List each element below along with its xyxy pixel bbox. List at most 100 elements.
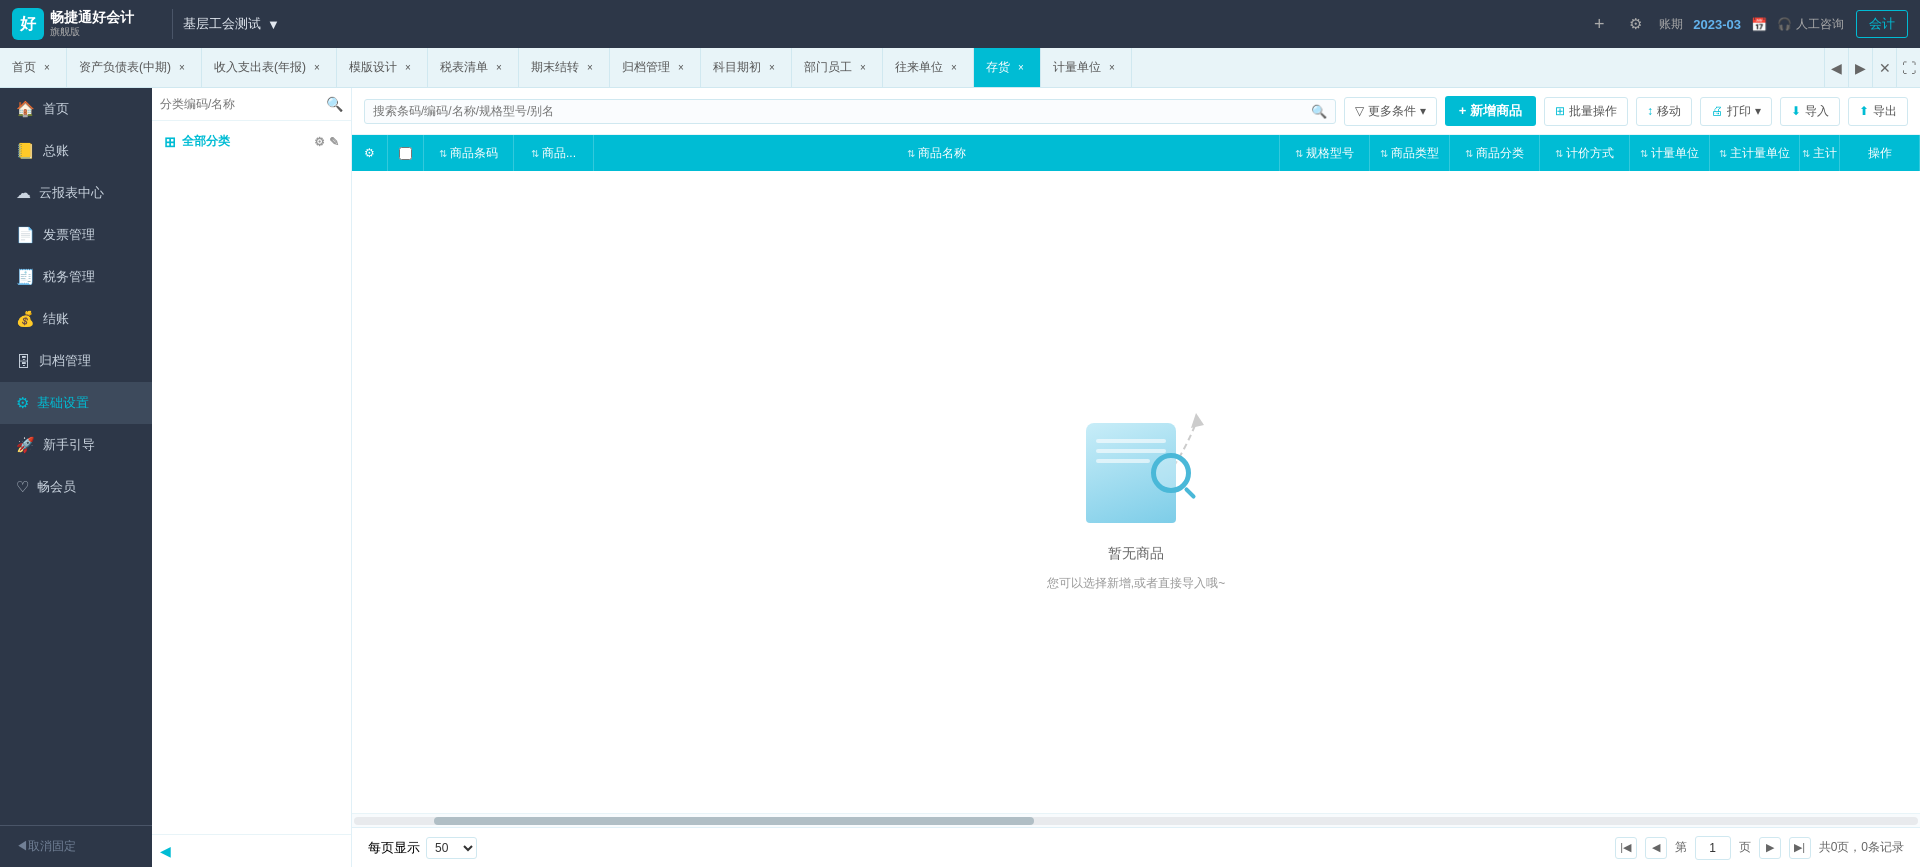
collapse-panel-btn[interactable]: ◀ [152,834,351,867]
sidebar-item-closing[interactable]: 💰 结账 [0,298,152,340]
doc-line1 [1096,439,1166,443]
th-num-label: 主计 [1813,145,1837,162]
scrollbar-track[interactable] [354,817,1918,825]
tab-expand[interactable]: ⛶ [1896,48,1920,88]
category-search-icon[interactable]: 🔍 [326,96,343,112]
page-first-btn[interactable]: |◀ [1615,837,1637,859]
tab-subject-init[interactable]: 科目期初 × [701,48,792,88]
sidebar-item-cloud-report[interactable]: ☁ 云报表中心 [0,172,152,214]
export-button[interactable]: ⬆ 导出 [1848,97,1908,126]
sort-icon-unit: ⇅ [1640,148,1648,159]
tab-measure-unit-close[interactable]: × [1105,61,1119,75]
page-next-btn[interactable]: ▶ [1759,837,1781,859]
sidebar-label-guide: 新手引导 [43,436,95,454]
tab-income-statement[interactable]: 收入支出表(年报) × [202,48,337,88]
sidebar-item-ledger[interactable]: 📒 总账 [0,130,152,172]
tab-period-transfer[interactable]: 期末结转 × [519,48,610,88]
import-button[interactable]: ⬇ 导入 [1780,97,1840,126]
th-name-label: 商品名称 [918,145,966,162]
move-button[interactable]: ↕ 移动 [1636,97,1692,126]
customer-service-btn[interactable]: 🎧 人工咨询 [1777,16,1844,33]
sidebar-item-invoice[interactable]: 📄 发票管理 [0,214,152,256]
tab-archive-label: 归档管理 [622,59,670,76]
category-edit-icon[interactable]: ✎ [329,135,339,149]
sidebar-item-settings[interactable]: ⚙ 基础设置 [0,382,152,424]
batch-operation-button[interactable]: ⊞ 批量操作 [1544,97,1628,126]
page-prev-btn[interactable]: ◀ [1645,837,1667,859]
print-label: 打印 [1727,103,1751,120]
th-spec[interactable]: ⇅ 规格型号 [1280,135,1370,171]
calendar-icon[interactable]: 📅 [1751,17,1767,32]
sidebar-item-guide[interactable]: 🚀 新手引导 [0,424,152,466]
tab-income-statement-close[interactable]: × [310,61,324,75]
tab-contacts-close[interactable]: × [947,61,961,75]
th-settings[interactable]: ⚙ [352,135,388,171]
th-type[interactable]: ⇅ 商品类型 [1370,135,1450,171]
company-dropdown-arrow[interactable]: ▼ [267,17,280,32]
page-number-input[interactable] [1695,836,1731,860]
th-main-unit[interactable]: ⇅ 主计量单位 [1710,135,1800,171]
tab-dept-staff[interactable]: 部门员工 × [792,48,883,88]
tab-nav-left[interactable]: ◀ [1824,48,1848,88]
cancel-fixed-btn[interactable]: ◀取消固定 [0,825,152,867]
tab-inventory-close[interactable]: × [1014,61,1028,75]
add-product-button[interactable]: + 新增商品 [1445,96,1536,126]
search-input[interactable] [373,104,1305,118]
doc-line2 [1096,449,1166,453]
tab-nav-right[interactable]: ▶ [1848,48,1872,88]
category-settings-icon[interactable]: ⚙ [314,135,325,149]
th-num[interactable]: ⇅ 主计 [1800,135,1840,171]
tab-close-all[interactable]: ✕ [1872,48,1896,88]
scrollbar-thumb[interactable] [434,817,1034,825]
tab-tax-list-close[interactable]: × [492,61,506,75]
tab-tax-list[interactable]: 税表清单 × [428,48,519,88]
sidebar-item-member[interactable]: ♡ 畅会员 [0,466,152,508]
sort-icon-num: ⇅ [1802,148,1810,159]
print-button[interactable]: 🖨 打印 ▾ [1700,97,1772,126]
tab-balance-sheet[interactable]: 资产负债表(中期) × [67,48,202,88]
tab-subject-init-close[interactable]: × [765,61,779,75]
toolbar-search-box: 🔍 [364,99,1336,124]
tab-home-close[interactable]: × [40,61,54,75]
sidebar-item-tax[interactable]: 🧾 税务管理 [0,256,152,298]
settings-icon: ⚙ [16,394,29,412]
tab-inventory[interactable]: 存货 × [974,48,1041,88]
page-size-select[interactable]: 50 100 200 [426,837,477,859]
tab-contacts[interactable]: 往来单位 × [883,48,974,88]
th-category[interactable]: ⇅ 商品分类 [1450,135,1540,171]
tab-period-transfer-close[interactable]: × [583,61,597,75]
logo-text-block: 畅捷通好会计 旗舰版 [50,9,134,40]
sidebar-item-home[interactable]: 🏠 首页 [0,88,152,130]
tab-template-design[interactable]: 模版设计 × [337,48,428,88]
company-name-area: 基层工会测试 ▼ [183,15,1577,33]
th-code[interactable]: ⇅ 商品... [514,135,594,171]
sort-icon-type: ⇅ [1380,148,1388,159]
th-unit-label: 计量单位 [1651,145,1699,162]
tab-archive-close[interactable]: × [674,61,688,75]
search-icon[interactable]: 🔍 [1311,104,1327,119]
th-checkbox[interactable] [388,135,424,171]
tab-balance-sheet-close[interactable]: × [175,61,189,75]
account-button[interactable]: 会计 [1856,10,1908,38]
sidebar-item-archive[interactable]: 🗄 归档管理 [0,340,152,382]
filter-button[interactable]: ▽ 更多条件 ▾ [1344,97,1437,126]
header-right: 🎧 人工咨询 会计 [1777,10,1908,38]
page-last-btn[interactable]: ▶| [1789,837,1811,859]
tab-archive[interactable]: 归档管理 × [610,48,701,88]
tab-measure-unit[interactable]: 计量单位 × [1041,48,1132,88]
header-settings-button[interactable]: ⚙ [1621,10,1649,38]
th-unit[interactable]: ⇅ 计量单位 [1630,135,1710,171]
th-name[interactable]: ⇅ 商品名称 [594,135,1280,171]
select-all-checkbox[interactable] [399,147,412,160]
period-label: 账期 [1659,16,1683,33]
tab-home[interactable]: 首页 × [0,48,67,88]
tab-dept-staff-close[interactable]: × [856,61,870,75]
th-main-unit-label: 主计量单位 [1730,145,1790,162]
tab-template-design-close[interactable]: × [401,61,415,75]
th-barcode[interactable]: ⇅ 商品条码 [424,135,514,171]
category-search-input[interactable] [160,97,322,111]
header-add-button[interactable]: + [1587,12,1611,36]
category-item-all[interactable]: ⊞ 全部分类 ⚙ ✎ [152,125,351,158]
sidebar-label-archive: 归档管理 [39,352,91,370]
th-price[interactable]: ⇅ 计价方式 [1540,135,1630,171]
